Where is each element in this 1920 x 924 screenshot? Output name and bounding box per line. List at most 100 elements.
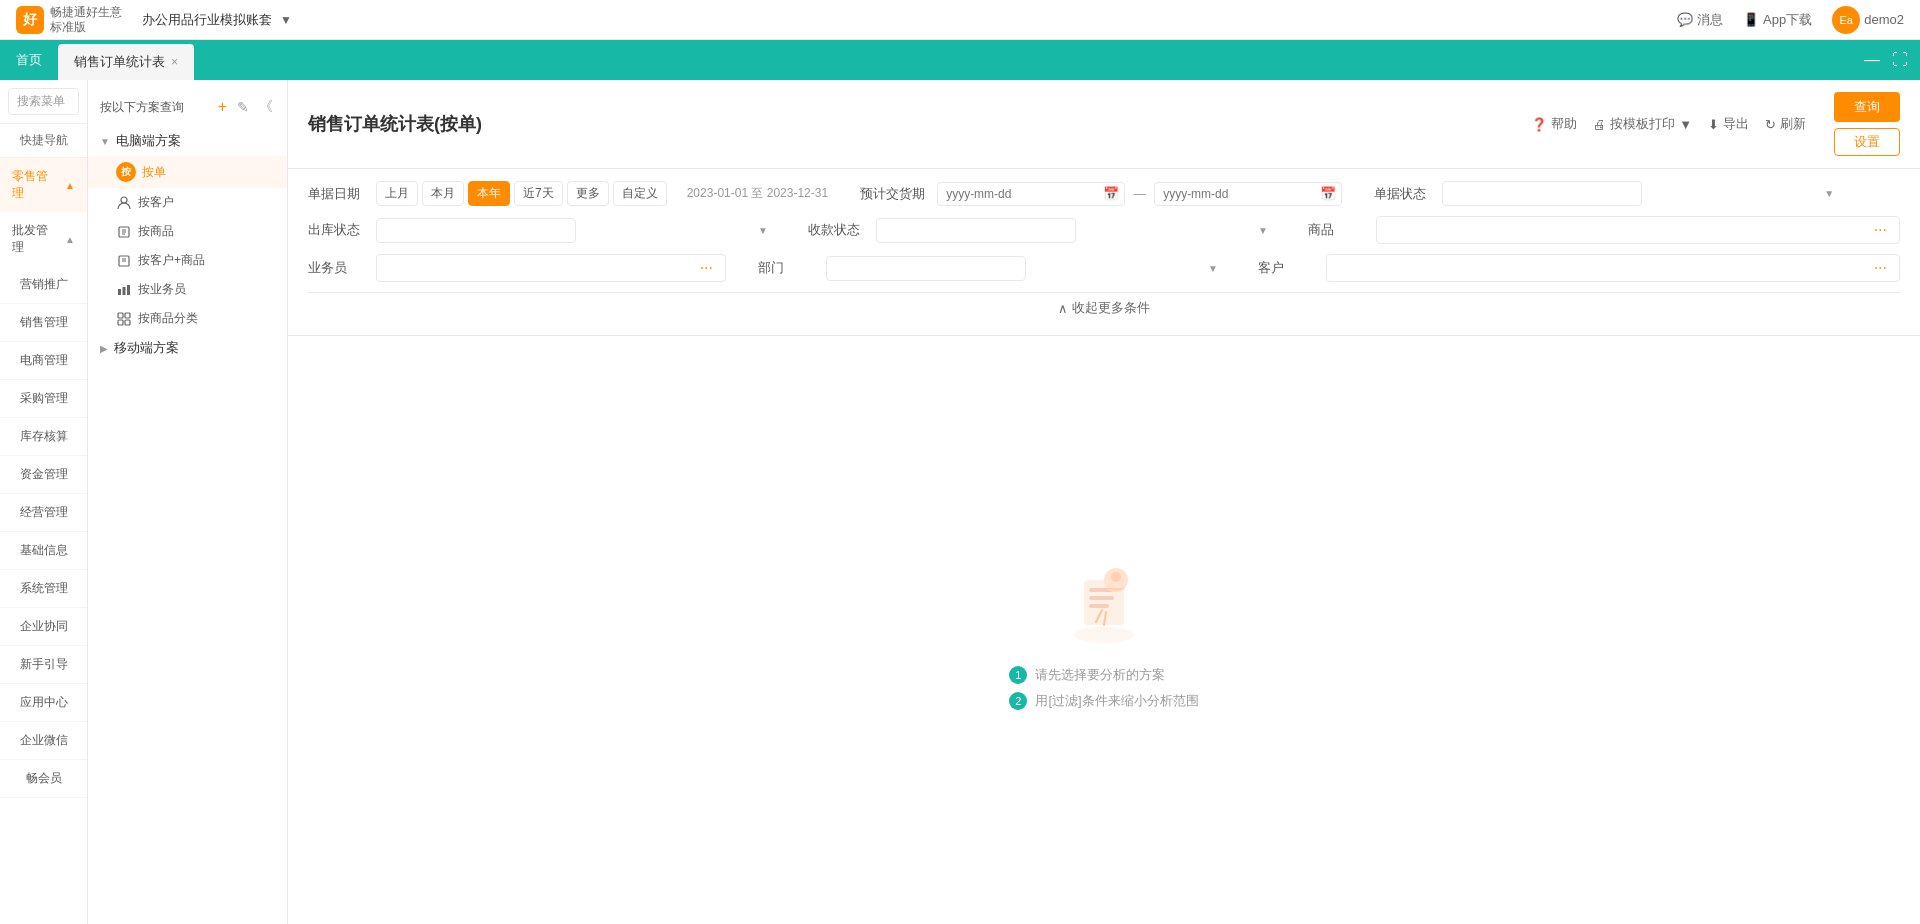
svg-point-21 — [1111, 572, 1121, 582]
svg-rect-9 — [123, 287, 126, 295]
panel-collapse-btn[interactable]: 《 — [257, 96, 275, 118]
scheme-item-by-product[interactable]: 按商品 — [88, 217, 287, 246]
tab-close-icon[interactable]: × — [171, 55, 178, 69]
tab-minimize-btn[interactable]: — — [1860, 47, 1884, 73]
refresh-btn[interactable]: ↻ 刷新 — [1765, 115, 1806, 133]
this-month-btn[interactable]: 本月 — [422, 181, 464, 206]
sidebar-item-purchase[interactable]: 采购管理 — [0, 380, 87, 418]
calendar-from-icon: 📅 — [1103, 186, 1119, 201]
logo-icon: 好 — [16, 6, 44, 34]
tab-maximize-btn[interactable]: ⛶ — [1888, 47, 1912, 73]
sidebar-item-wechat[interactable]: 企业微信 — [0, 722, 87, 760]
pay-status-select-wrapper — [876, 218, 1276, 243]
filter-row-3: 业务员 ··· 部门 客户 ··· — [308, 254, 1900, 282]
message-btn[interactable]: 💬 消息 — [1677, 11, 1723, 29]
sidebar-item-member[interactable]: 畅会员 — [0, 760, 87, 798]
tab-bar-actions: — ⛶ — [1860, 47, 1920, 73]
scheme-group-pc: ▼ 电脑端方案 按 按单 按客户 按商品 — [88, 126, 287, 333]
empty-state-illustration — [1054, 550, 1154, 650]
date-label: 单据日期 — [308, 185, 364, 203]
bill-status-label: 单据状态 — [1374, 185, 1430, 203]
customer-dots-btn[interactable]: ··· — [1870, 259, 1891, 277]
scheme-item-by-customer[interactable]: 按客户 — [88, 188, 287, 217]
ship-status-select[interactable] — [376, 218, 576, 243]
svg-rect-13 — [118, 320, 123, 325]
sidebar-item-system[interactable]: 系统管理 — [0, 570, 87, 608]
panel-add-btn[interactable]: + — [216, 96, 229, 118]
scheme-item-by-order[interactable]: 按 按单 — [88, 156, 287, 188]
goods-input[interactable] — [1385, 223, 1870, 238]
sidebar-item-operation[interactable]: 经营管理 — [0, 494, 87, 532]
page-title: 销售订单统计表(按单) — [308, 112, 482, 148]
scheme-group-mobile-title[interactable]: ▶ 移动端方案 — [88, 333, 287, 363]
sidebar-item-sales[interactable]: 销售管理 — [0, 304, 87, 342]
sidebar-item-ecom[interactable]: 电商管理 — [0, 342, 87, 380]
left-panel: 按以下方案查询 + ✎ 《 ▼ 电脑端方案 按 按单 按客户 — [88, 80, 288, 924]
goods-dots-btn[interactable]: ··· — [1870, 221, 1891, 239]
empty-tips: 1 请先选择要分析的方案 2 用[过滤]条件来缩小分析范围 — [1009, 666, 1198, 710]
svg-rect-10 — [127, 285, 130, 295]
sidebar-item-basic[interactable]: 基础信息 — [0, 532, 87, 570]
query-btn[interactable]: 查询 — [1834, 92, 1900, 122]
scheme-item-by-salesperson[interactable]: 按业务员 — [88, 275, 287, 304]
collapse-more-btn[interactable]: ∧ 收起更多条件 — [308, 292, 1900, 323]
expected-date-to-input[interactable] — [1154, 182, 1342, 206]
this-year-btn[interactable]: 本年 — [468, 181, 510, 206]
dept-select-wrapper — [826, 256, 1226, 281]
panel-edit-btn[interactable]: ✎ — [235, 96, 251, 118]
tab-stats[interactable]: 销售订单统计表 × — [58, 44, 194, 80]
sidebar-item-coop[interactable]: 企业协同 — [0, 608, 87, 646]
custom-btn[interactable]: 自定义 — [613, 181, 667, 206]
pay-status-select[interactable] — [876, 218, 1076, 243]
customer-input[interactable] — [1335, 261, 1870, 276]
app-title: 办公用品行业模拟账套 — [142, 11, 272, 29]
expected-date-label: 预计交货期 — [860, 185, 925, 203]
sidebar-item-marketing[interactable]: 营销推广 — [0, 266, 87, 304]
tip-num-2: 2 — [1009, 692, 1027, 710]
sidebar-item-finance[interactable]: 资金管理 — [0, 456, 87, 494]
scheme-group-pc-title[interactable]: ▼ 电脑端方案 — [88, 126, 287, 156]
app-download-btn[interactable]: 📱 App下载 — [1743, 11, 1812, 29]
panel-header: 按以下方案查询 + ✎ 《 — [88, 88, 287, 126]
user-menu[interactable]: Ea demo2 — [1832, 6, 1904, 34]
help-btn[interactable]: ❓ 帮助 — [1531, 115, 1577, 133]
scheme-item-by-category[interactable]: 按商品分类 — [88, 304, 287, 333]
svg-rect-11 — [118, 313, 123, 318]
svg-rect-14 — [125, 320, 130, 325]
ship-status-label: 出库状态 — [308, 221, 364, 239]
tab-home[interactable]: 首页 — [0, 40, 58, 80]
export-btn[interactable]: ⬇ 导出 — [1708, 115, 1749, 133]
sidebar-item-apps[interactable]: 应用中心 — [0, 684, 87, 722]
print-btn[interactable]: 🖨 按模板打印 ▼ — [1593, 115, 1692, 133]
sidebar-quick-nav-btn[interactable]: 快捷导航 — [0, 124, 87, 158]
salesperson-dots-btn[interactable]: ··· — [696, 259, 717, 277]
goods-input-area: ··· — [1376, 216, 1900, 244]
sidebar-item-retail[interactable]: 零售管理 ▲ — [0, 158, 87, 212]
print-icon: 🖨 — [1593, 117, 1606, 132]
last-7-btn[interactable]: 近7天 — [514, 181, 563, 206]
help-icon: ❓ — [1531, 117, 1547, 132]
expected-date-from-input[interactable] — [937, 182, 1125, 206]
sidebar: 搜索菜单 快捷导航 零售管理 ▲ 批发管理 ▲ 营销推广 销售管理 电商管理 采… — [0, 80, 88, 924]
app-title-dropdown[interactable]: ▼ — [280, 13, 292, 27]
expected-date-to-wrapper: 📅 — [1154, 182, 1342, 206]
sidebar-item-inventory[interactable]: 库存核算 — [0, 418, 87, 456]
bill-status-select[interactable] — [1442, 181, 1642, 206]
last-month-btn[interactable]: 上月 — [376, 181, 418, 206]
scheme-item-by-cust-prod[interactable]: 按客户+商品 — [88, 246, 287, 275]
by-order-icon: 按 — [116, 162, 136, 182]
scheme-group-mobile: ▶ 移动端方案 — [88, 333, 287, 363]
svg-rect-12 — [125, 313, 130, 318]
more-btn[interactable]: 更多 — [567, 181, 609, 206]
customer-input-area: ··· — [1326, 254, 1900, 282]
refresh-icon: ↻ — [1765, 117, 1776, 132]
salesperson-input[interactable] — [385, 261, 696, 276]
settings-btn[interactable]: 设置 — [1834, 128, 1900, 156]
dept-select[interactable] — [826, 256, 1026, 281]
sidebar-item-wholesale[interactable]: 批发管理 ▲ — [0, 212, 87, 266]
sidebar-search-btn[interactable]: 搜索菜单 — [8, 88, 79, 115]
sidebar-item-guide[interactable]: 新手引导 — [0, 646, 87, 684]
svg-rect-19 — [1089, 604, 1109, 608]
salesperson-input-area: ··· — [376, 254, 726, 282]
ship-status-select-wrapper — [376, 218, 776, 243]
